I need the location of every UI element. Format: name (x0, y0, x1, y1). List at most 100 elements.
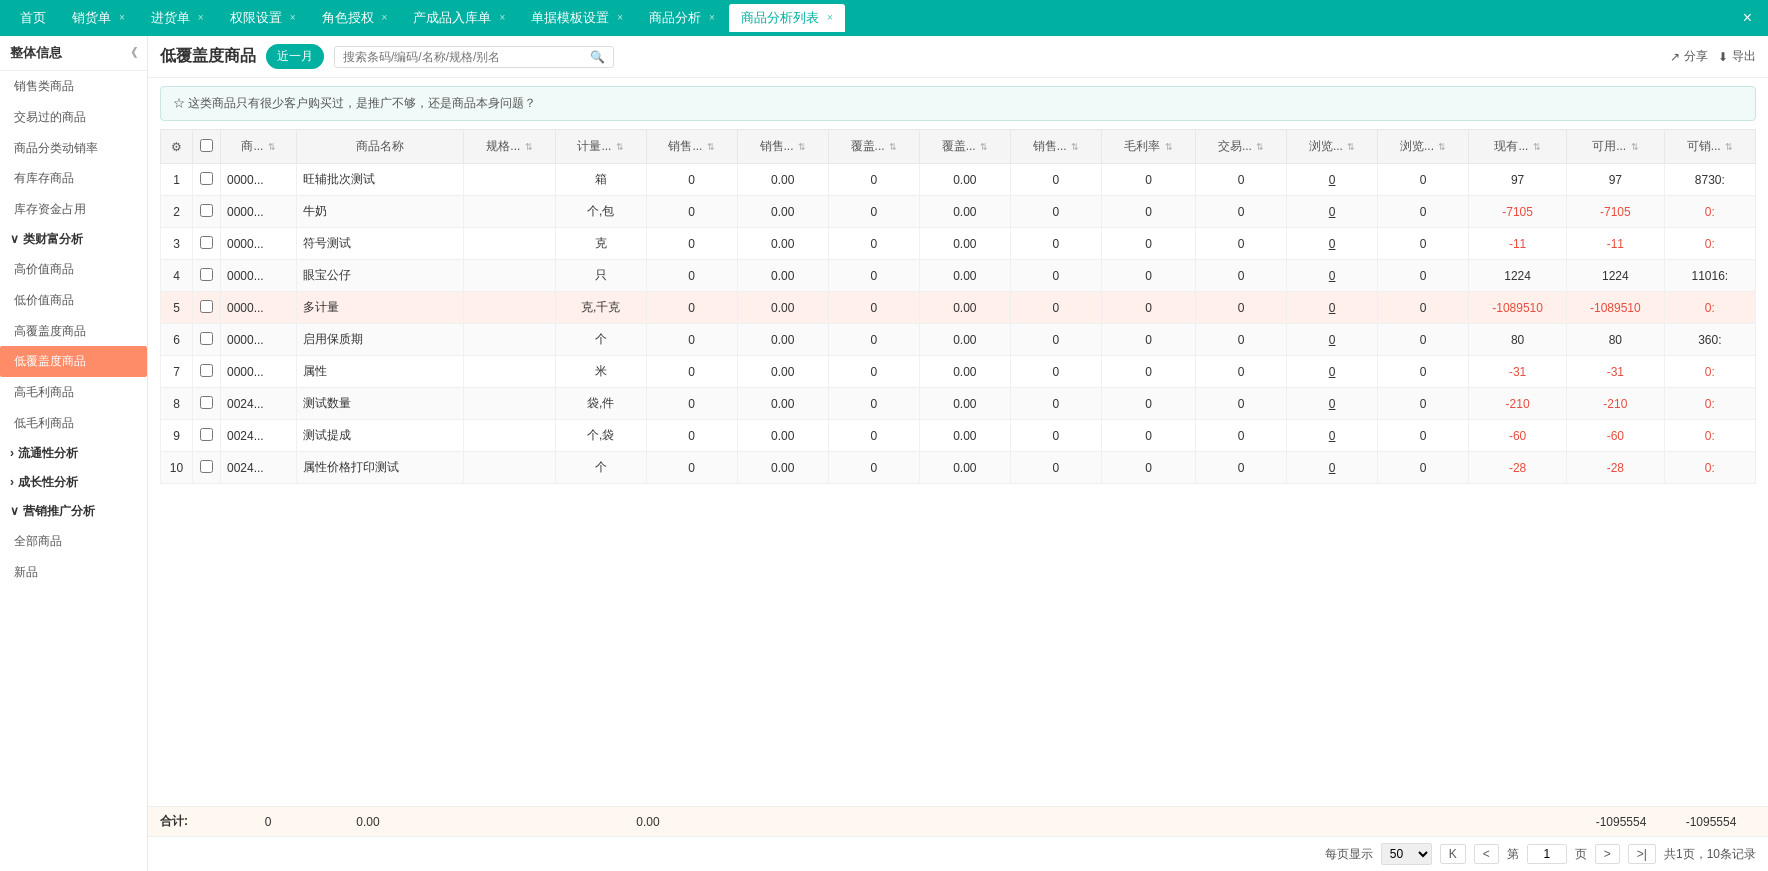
search-input[interactable] (343, 50, 586, 64)
tab-goods-analysis-list[interactable]: 商品分析列表 × (729, 4, 845, 32)
row-checkbox[interactable] (200, 236, 213, 249)
col-sales-rate[interactable]: 销售... ⇅ (1010, 130, 1101, 164)
col-name[interactable]: 商品名称 (297, 130, 464, 164)
cell-checkbox[interactable] (193, 452, 221, 484)
sidebar-item-high-margin[interactable]: 高毛利商品 (0, 377, 147, 408)
cell-sales-amount: 0.00 (737, 260, 828, 292)
col-unit[interactable]: 计量... ⇅ (555, 130, 646, 164)
sidebar-collapse-button[interactable]: 《 (125, 45, 137, 62)
sidebar-group-wealth[interactable]: ∨ 类财富分析 (0, 225, 147, 254)
col-coverage2[interactable]: 覆盖... ⇅ (919, 130, 1010, 164)
col-available-stock[interactable]: 可用... ⇅ (1566, 130, 1664, 164)
col-checkbox[interactable] (193, 130, 221, 164)
col-transaction-label: 交易... (1218, 139, 1252, 153)
sidebar-item-category-turnover[interactable]: 商品分类动销率 (0, 133, 147, 164)
cell-browse1[interactable]: 0 (1287, 164, 1378, 196)
select-all-checkbox[interactable] (200, 139, 213, 152)
sidebar-item-traded-goods[interactable]: 交易过的商品 (0, 102, 147, 133)
cell-browse1[interactable]: 0 (1287, 228, 1378, 260)
tab-sales-order[interactable]: 销货单 × (60, 4, 137, 32)
col-sales-qty[interactable]: 销售... ⇅ (646, 130, 737, 164)
cell-browse1[interactable]: 0 (1287, 420, 1378, 452)
col-sales-amount[interactable]: 销售... ⇅ (737, 130, 828, 164)
col-gross-margin[interactable]: 毛利率 ⇅ (1101, 130, 1195, 164)
cell-browse1[interactable]: 0 (1287, 292, 1378, 324)
sidebar-group-growth[interactable]: › 成长性分析 (0, 468, 147, 497)
sidebar-item-new-goods[interactable]: 新品 (0, 557, 147, 588)
cell-checkbox[interactable] (193, 196, 221, 228)
export-button[interactable]: ⬇ 导出 (1718, 48, 1756, 65)
sidebar-item-high-coverage[interactable]: 高覆盖度商品 (0, 316, 147, 347)
per-page-select[interactable]: 50 20 100 (1381, 843, 1432, 865)
table-row: 1 0000... 旺辅批次测试 箱 0 0.00 0 0.00 0 0 0 0… (161, 164, 1756, 196)
col-browse2[interactable]: 浏览... ⇅ (1378, 130, 1469, 164)
tab-product-entry[interactable]: 产成品入库单 × (401, 4, 517, 32)
tab-product-entry-close[interactable]: × (499, 4, 505, 32)
cell-browse1[interactable]: 0 (1287, 356, 1378, 388)
cell-browse1[interactable]: 0 (1287, 452, 1378, 484)
content-area: 低覆盖度商品 近一月 🔍 ↗ 分享 ⬇ 导出 ☆ 这类商品只有很少客户购买过，是… (148, 36, 1768, 871)
row-checkbox[interactable] (200, 460, 213, 473)
col-browse1[interactable]: 浏览... ⇅ (1287, 130, 1378, 164)
filter-recent-month-button[interactable]: 近一月 (266, 44, 324, 69)
sidebar-item-sales-category[interactable]: 销售类商品 (0, 71, 147, 102)
col-current-stock[interactable]: 现有... ⇅ (1469, 130, 1567, 164)
col-transaction[interactable]: 交易... ⇅ (1196, 130, 1287, 164)
sidebar-item-low-value[interactable]: 低价值商品 (0, 285, 147, 316)
tab-role-auth[interactable]: 角色授权 × (310, 4, 400, 32)
row-checkbox[interactable] (200, 172, 213, 185)
row-checkbox[interactable] (200, 364, 213, 377)
sidebar-item-stock-capital[interactable]: 库存资金占用 (0, 194, 147, 225)
tab-template-setting[interactable]: 单据模板设置 × (519, 4, 635, 32)
tab-permission-close[interactable]: × (290, 4, 296, 32)
cell-checkbox[interactable] (193, 324, 221, 356)
cell-checkbox[interactable] (193, 356, 221, 388)
sidebar-item-low-coverage[interactable]: 低覆盖度商品 (0, 346, 147, 377)
sidebar-item-all-goods[interactable]: 全部商品 (0, 526, 147, 557)
cell-browse1[interactable]: 0 (1287, 388, 1378, 420)
cell-checkbox[interactable] (193, 420, 221, 452)
tab-goods-list-close[interactable]: × (827, 4, 833, 32)
cell-checkbox[interactable] (193, 388, 221, 420)
sidebar-group-liquidity[interactable]: › 流通性分析 (0, 439, 147, 468)
row-checkbox[interactable] (200, 428, 213, 441)
tab-purchase-close[interactable]: × (198, 4, 204, 32)
col-saleable[interactable]: 可销... ⇅ (1664, 130, 1755, 164)
tab-home[interactable]: 首页 (8, 4, 58, 32)
cell-browse1[interactable]: 0 (1287, 260, 1378, 292)
col-settings[interactable]: ⚙ (161, 130, 193, 164)
cell-checkbox[interactable] (193, 228, 221, 260)
sidebar-item-in-stock[interactable]: 有库存商品 (0, 163, 147, 194)
page-input[interactable] (1527, 844, 1567, 864)
close-all-tabs-button[interactable]: × (1735, 9, 1760, 27)
row-checkbox[interactable] (200, 204, 213, 217)
cell-checkbox[interactable] (193, 292, 221, 324)
col-browse2-sort: ⇅ (1438, 142, 1446, 152)
row-checkbox[interactable] (200, 332, 213, 345)
cell-checkbox[interactable] (193, 164, 221, 196)
row-checkbox[interactable] (200, 300, 213, 313)
tab-purchase-order[interactable]: 进货单 × (139, 4, 216, 32)
row-checkbox[interactable] (200, 396, 213, 409)
sidebar-group-marketing[interactable]: ∨ 营销推广分析 (0, 497, 147, 526)
last-page-button[interactable]: >| (1628, 844, 1656, 864)
tab-role-auth-close[interactable]: × (382, 4, 388, 32)
row-checkbox[interactable] (200, 268, 213, 281)
next-page-button[interactable]: > (1595, 844, 1620, 864)
col-coverage1[interactable]: 覆盖... ⇅ (828, 130, 919, 164)
tab-sales-order-close[interactable]: × (119, 4, 125, 32)
cell-browse1[interactable]: 0 (1287, 324, 1378, 356)
sidebar-item-low-margin[interactable]: 低毛利商品 (0, 408, 147, 439)
share-button[interactable]: ↗ 分享 (1670, 48, 1708, 65)
prev-page-button[interactable]: < (1474, 844, 1499, 864)
sidebar-item-high-value[interactable]: 高价值商品 (0, 254, 147, 285)
tab-permission[interactable]: 权限设置 × (218, 4, 308, 32)
cell-checkbox[interactable] (193, 260, 221, 292)
col-code[interactable]: 商... ⇅ (221, 130, 297, 164)
first-page-button[interactable]: K (1440, 844, 1466, 864)
cell-browse1[interactable]: 0 (1287, 196, 1378, 228)
col-spec[interactable]: 规格... ⇅ (464, 130, 555, 164)
tab-goods-analysis[interactable]: 商品分析 × (637, 4, 727, 32)
tab-goods-analysis-close[interactable]: × (709, 4, 715, 32)
tab-template-close[interactable]: × (617, 4, 623, 32)
